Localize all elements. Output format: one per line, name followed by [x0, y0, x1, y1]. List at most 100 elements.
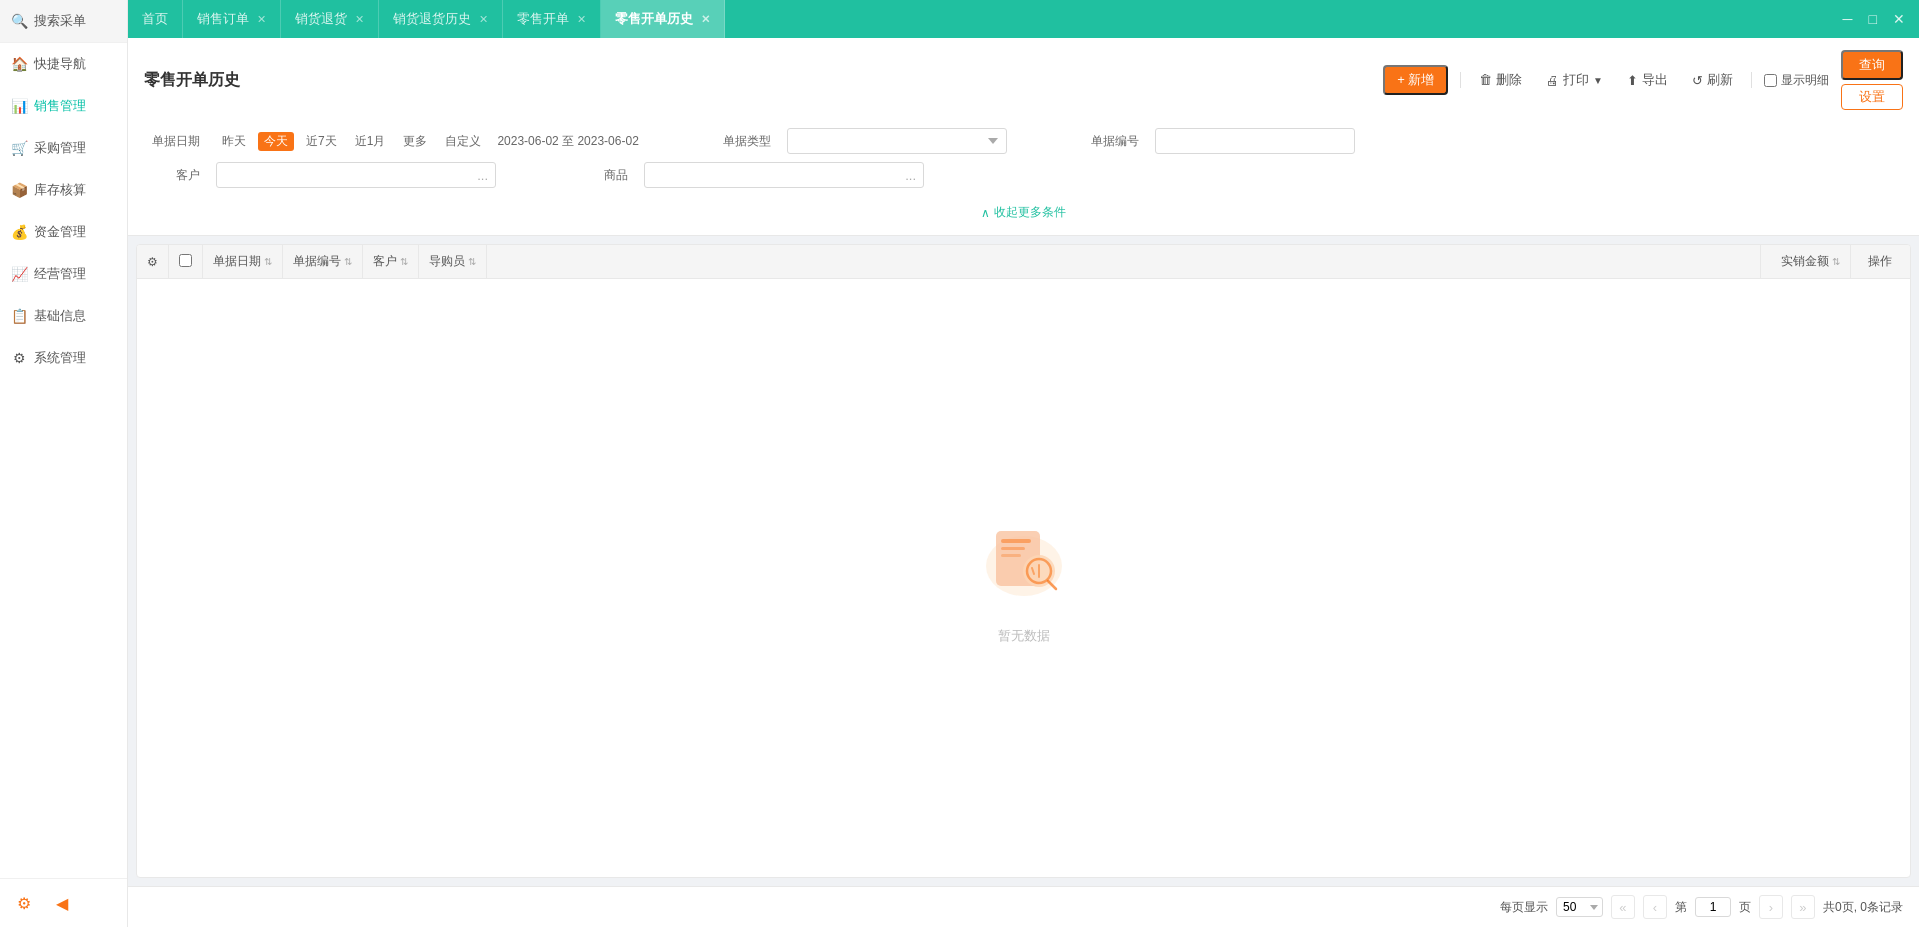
- date-7days[interactable]: 近7天: [300, 132, 343, 151]
- goods-dots[interactable]: ...: [905, 168, 916, 183]
- th-customer-label: 客户: [373, 253, 397, 270]
- th-doc-date[interactable]: 单据日期 ⇅: [203, 245, 283, 279]
- show-detail-input[interactable]: [1764, 74, 1777, 87]
- table-wrapper: ⚙ 单据日期 ⇅ 单据编号: [136, 244, 1911, 878]
- select-all-checkbox[interactable]: [179, 254, 192, 267]
- th-settings[interactable]: ⚙: [137, 245, 169, 279]
- last-page-btn[interactable]: »: [1791, 895, 1815, 919]
- next-page-btn[interactable]: ›: [1759, 895, 1783, 919]
- show-detail-checkbox[interactable]: 显示明细: [1764, 72, 1829, 89]
- date-today[interactable]: 今天: [258, 132, 294, 151]
- search-icon: 🔍: [10, 12, 28, 30]
- doc-date-sort-icon: ⇅: [264, 256, 272, 267]
- per-page-select[interactable]: 10 20 50 100: [1556, 897, 1603, 917]
- print-button[interactable]: 🖨 🖨 打印 打印 ▼: [1540, 68, 1609, 92]
- delete-button[interactable]: 🗑 删除: [1473, 68, 1528, 92]
- tab-sales-order[interactable]: 销售订单 ✕: [183, 0, 281, 38]
- th-doc-date-label: 单据日期: [213, 253, 261, 270]
- th-checkbox[interactable]: [169, 245, 203, 279]
- date-1month[interactable]: 近1月: [349, 132, 392, 151]
- sidebar-item-inventory[interactable]: 📦 库存核算: [0, 169, 127, 211]
- tab-retail-open-close[interactable]: ✕: [577, 13, 586, 26]
- close-btn[interactable]: ✕: [1889, 9, 1909, 29]
- th-customer[interactable]: 客户 ⇅: [363, 245, 419, 279]
- print-dropdown-icon: ▼: [1593, 75, 1603, 86]
- tab-home-label: 首页: [142, 10, 168, 28]
- doc-no-input[interactable]: [1155, 128, 1355, 154]
- sidebar-item-sales-mgmt[interactable]: 📊 销售管理: [0, 85, 127, 127]
- date-custom[interactable]: 自定义: [439, 132, 487, 151]
- minimize-btn[interactable]: ─: [1839, 9, 1857, 29]
- empty-state: 暂无数据: [137, 279, 1910, 877]
- settings-icon: ⚙: [147, 255, 158, 269]
- tab-retail-open[interactable]: 零售开单 ✕: [503, 0, 601, 38]
- sidebar-item-label: 采购管理: [34, 139, 86, 157]
- quick-nav-icon: 🏠: [10, 55, 28, 73]
- tab-sales-return[interactable]: 销货退货 ✕: [281, 0, 379, 38]
- page-number-input[interactable]: [1695, 897, 1731, 917]
- total-info: 共0页, 0条记录: [1823, 899, 1903, 916]
- tab-home[interactable]: 首页: [128, 0, 183, 38]
- date-yesterday[interactable]: 昨天: [216, 132, 252, 151]
- th-action-label: 操作: [1868, 254, 1892, 268]
- inventory-icon: 📦: [10, 181, 28, 199]
- sidebar-item-label: 库存核算: [34, 181, 86, 199]
- sidebar-search-label: 搜索采单: [34, 12, 86, 30]
- doc-no-label: 单据编号: [1083, 133, 1139, 150]
- prev-page-btn[interactable]: ‹: [1643, 895, 1667, 919]
- customer-input[interactable]: [216, 162, 496, 188]
- goods-input[interactable]: [644, 162, 924, 188]
- customer-dots[interactable]: ...: [477, 168, 488, 183]
- sales-mgmt-icon: 📊: [10, 97, 28, 115]
- tab-sales-return-history[interactable]: 销货退货历史 ✕: [379, 0, 503, 38]
- doc-type-select[interactable]: [787, 128, 1007, 154]
- sidebar-item-quick-nav[interactable]: 🏠 快捷导航: [0, 43, 127, 85]
- svg-rect-3: [1001, 547, 1025, 550]
- tab-retail-open-history-label: 零售开单历史: [615, 10, 693, 28]
- show-detail-label: 显示明细: [1781, 72, 1829, 89]
- first-page-icon: «: [1619, 900, 1626, 915]
- settings-footer-icon[interactable]: ⚙: [10, 889, 38, 917]
- first-page-btn[interactable]: «: [1611, 895, 1635, 919]
- sidebar-item-purchase-mgmt[interactable]: 🛒 采购管理: [0, 127, 127, 169]
- sidebar-item-operations[interactable]: 📈 经营管理: [0, 253, 127, 295]
- tab-sales-return-close[interactable]: ✕: [355, 13, 364, 26]
- collapse-more-btn[interactable]: ∧ 收起更多条件: [981, 200, 1066, 225]
- svg-rect-2: [1001, 539, 1031, 543]
- sidebar-search[interactable]: 🔍 搜索采单: [0, 0, 127, 43]
- date-range-value: 2023-06-02 至 2023-06-02: [497, 133, 638, 150]
- date-shortcuts: 昨天 今天 近7天 近1月 更多 自定义 2023-06-02 至 2023-0…: [216, 132, 639, 151]
- date-more[interactable]: 更多: [397, 132, 433, 151]
- settings-button[interactable]: 设置: [1841, 84, 1903, 110]
- tab-sales-return-history-close[interactable]: ✕: [479, 13, 488, 26]
- th-doc-no[interactable]: 单据编号 ⇅: [283, 245, 363, 279]
- sidebar-item-label: 基础信息: [34, 307, 86, 325]
- add-button[interactable]: + 新增: [1383, 65, 1448, 95]
- tab-sales-order-label: 销售订单: [197, 10, 249, 28]
- sidebar-item-finance[interactable]: 💰 资金管理: [0, 211, 127, 253]
- sidebar-item-label: 快捷导航: [34, 55, 86, 73]
- goods-filter-label: 商品: [572, 167, 628, 184]
- page-label-after: 页: [1739, 899, 1751, 916]
- refresh-button[interactable]: ↺ 刷新: [1686, 68, 1739, 92]
- export-button[interactable]: ⬆ 导出: [1621, 68, 1674, 92]
- collapse-sidebar-icon[interactable]: ◀: [48, 889, 76, 917]
- sidebar-item-sys-mgmt[interactable]: ⚙ 系统管理: [0, 337, 127, 379]
- query-button[interactable]: 查询: [1841, 50, 1903, 80]
- toolbar-divider-2: [1751, 72, 1752, 88]
- print-icon: 🖨: [1546, 73, 1559, 88]
- maximize-btn[interactable]: □: [1865, 9, 1881, 29]
- data-table: ⚙ 单据日期 ⇅ 单据编号: [137, 245, 1910, 279]
- tab-retail-open-history-close[interactable]: ✕: [701, 13, 710, 26]
- page-title: 零售开单历史: [144, 70, 240, 91]
- tab-retail-open-history[interactable]: 零售开单历史 ✕: [601, 0, 725, 38]
- tab-sales-order-close[interactable]: ✕: [257, 13, 266, 26]
- filter-area: 单据日期 昨天 今天 近7天 近1月 更多 自定义 2023-06-02 至 2…: [144, 120, 1903, 235]
- th-salesperson[interactable]: 导购员 ⇅: [419, 245, 487, 279]
- sidebar-item-base-info[interactable]: 📋 基础信息: [0, 295, 127, 337]
- finance-icon: 💰: [10, 223, 28, 241]
- th-actual-amount[interactable]: 实销金额 ⇅: [1760, 245, 1850, 279]
- next-page-icon: ›: [1769, 900, 1773, 915]
- content-area: 零售开单历史 + 新增 🗑 删除 🖨 🖨 打印 打印 ▼ ⬆ 导出: [128, 38, 1919, 927]
- empty-icon: [974, 511, 1074, 611]
